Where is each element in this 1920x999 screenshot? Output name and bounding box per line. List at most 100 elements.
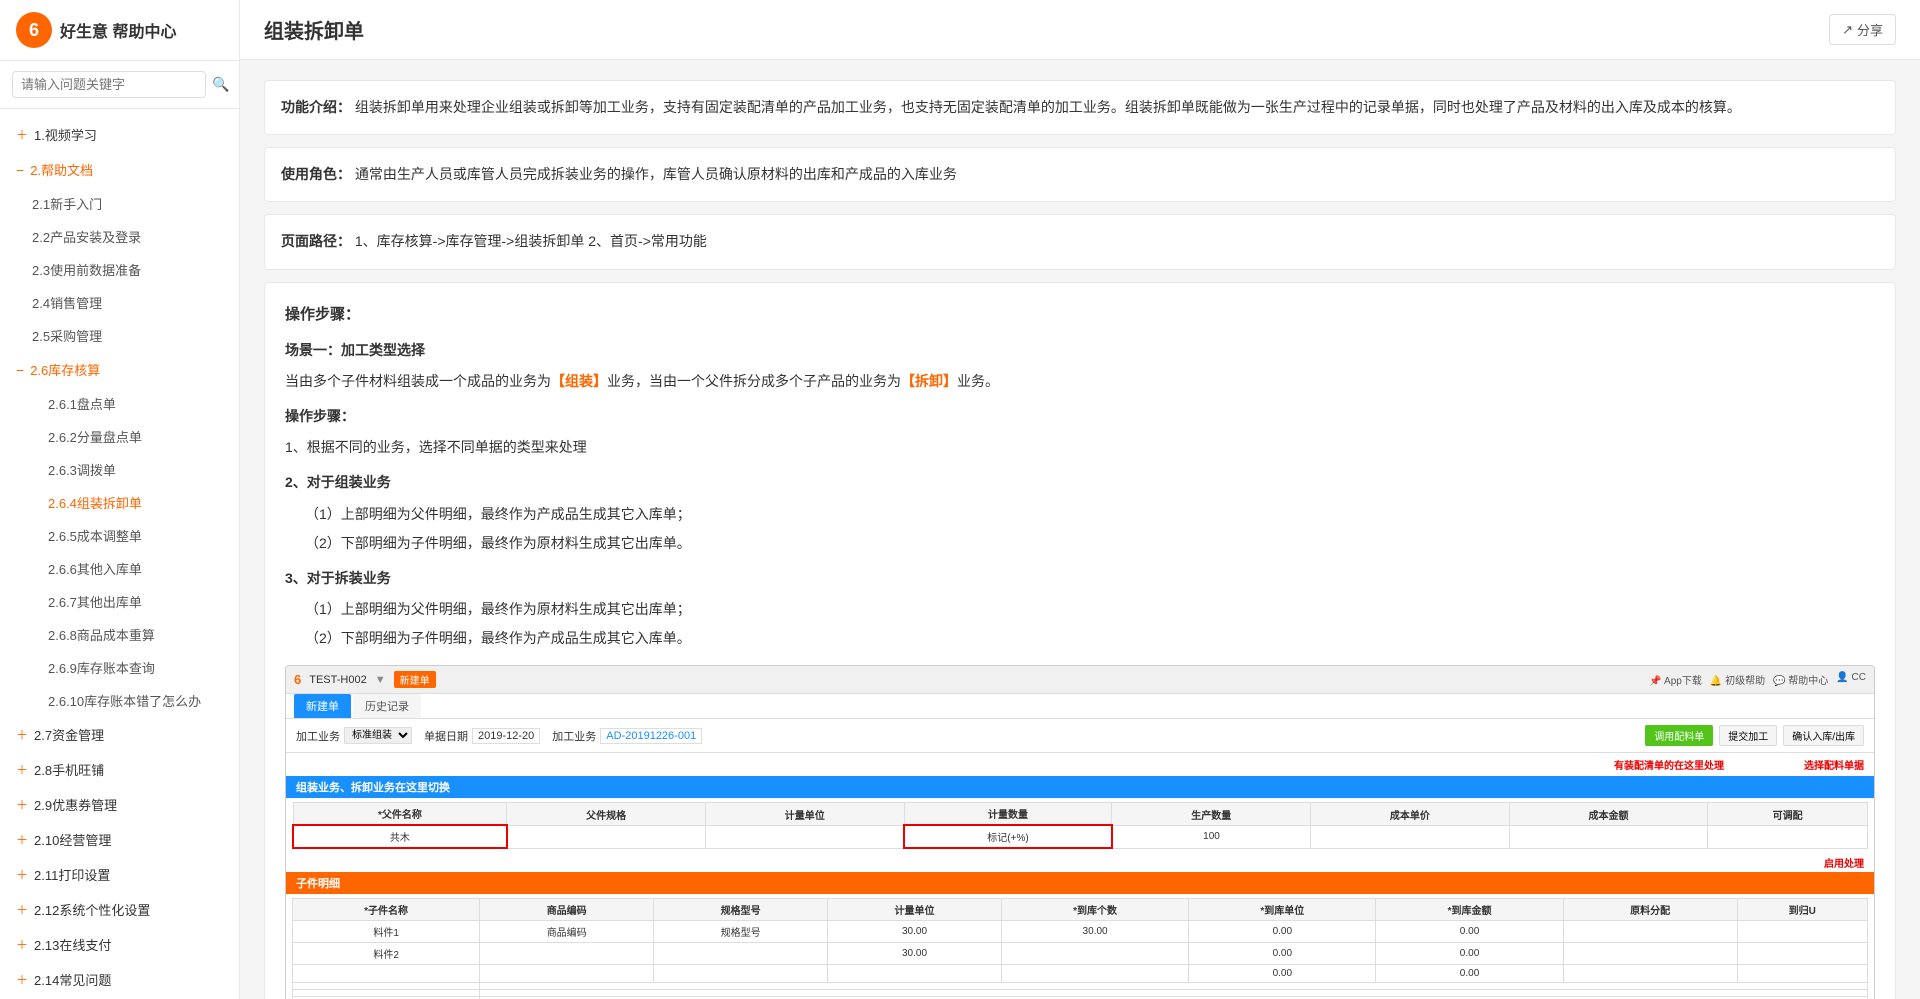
annotation-text2: 选择配料单据	[1804, 757, 1864, 772]
sub-cell-4-rest	[480, 983, 1868, 990]
sidebar-item-stock-count[interactable]: 2.6.1盘点单	[0, 387, 239, 420]
expand-icon: ＋	[16, 901, 28, 918]
step2-sub2: （2）下部明细为子件明细，最终作为原材料生成其它出库单。	[285, 531, 1875, 556]
sidebar-item-label: 1.视频学习	[34, 125, 97, 144]
share-button[interactable]: ↗ 分享	[1829, 14, 1896, 45]
sub-cell-3-5	[1001, 965, 1188, 983]
sidebar-sub-label: 2.6.3调拨单	[48, 460, 116, 479]
expand-icon: ＋	[16, 831, 28, 848]
sidebar-item-stock-check[interactable]: 2.6.9库存账本查询	[0, 651, 239, 684]
th-available: 可调配	[1708, 803, 1868, 826]
sub-cell-1-3: 规格型号	[654, 921, 828, 943]
sidebar-item-faq[interactable]: ＋ 2.14常见问题	[0, 962, 239, 997]
sidebar-item-purchase[interactable]: 2.5采购管理	[0, 319, 239, 352]
th-parent-spec: 父件规格	[507, 803, 706, 826]
collapse-icon: −	[16, 162, 24, 178]
intro-text: 组装拆卸单用来处理企业组装或拆卸等加工业务，支持有固定装配清单的产品加工业务，也…	[355, 99, 1741, 115]
expand-icon: ＋	[16, 126, 28, 143]
app-icon1: 📌 App下载	[1649, 672, 1701, 687]
sub-cell-3-2	[480, 965, 654, 983]
sidebar-item-cost-recalc[interactable]: 2.6.8商品成本重算	[0, 618, 239, 651]
sidebar-item-sub-count[interactable]: 2.6.2分量盘点单	[0, 420, 239, 453]
bom-btn[interactable]: 调用配料单	[1645, 725, 1713, 746]
search-button[interactable]: 🔍	[212, 76, 229, 93]
new-doc-btn[interactable]: 新建单	[394, 671, 436, 688]
annotation-row1: 有装配清单的在这里处理 选择配料单据	[286, 753, 1874, 776]
sub-cell-5-1	[293, 990, 480, 997]
sidebar-sub-label: 2.4销售管理	[32, 293, 102, 312]
step2-sub1: （1）上部明细为父件明细，最终作为产成品生成其它入库单；	[285, 502, 1875, 527]
sidebar-item-mobile[interactable]: ＋ 2.8手机旺铺	[0, 752, 239, 787]
sidebar-item-account-err[interactable]: 2.6.10库存账本错了怎么办	[0, 684, 239, 717]
scene-title: 场景一：加工类型选择	[285, 338, 1875, 363]
lower-table-area: *子件名称 商品编码 规格型号 计量单位 *到库个数 *到库单位 *到库金额 原…	[286, 894, 1874, 999]
sub-th-归u: 到归U	[1737, 899, 1867, 921]
sub-cell-2-3	[654, 943, 828, 965]
lower-table: *子件名称 商品编码 规格型号 计量单位 *到库个数 *到库单位 *到库金额 原…	[292, 898, 1868, 999]
sidebar-item-video[interactable]: ＋ 1.视频学习	[0, 117, 239, 152]
sidebar-sub-label: 2.6.5成本调整单	[48, 526, 142, 545]
tab-history[interactable]: 历史记录	[353, 694, 421, 718]
sidebar-item-other-in[interactable]: 2.6.6其他入库单	[0, 552, 239, 585]
sidebar-sub-label: 2.6.4组装拆卸单	[48, 493, 142, 512]
sub-cell-4-1	[293, 983, 480, 990]
cell-unit	[705, 825, 904, 848]
sub-cell-2-7: 0.00	[1376, 943, 1563, 965]
expand-icon: ＋	[16, 936, 28, 953]
cell-prod-qty: 100	[1112, 825, 1311, 848]
sub-th-amt: *到库金额	[1376, 899, 1563, 921]
search-input[interactable]	[12, 71, 206, 98]
sub-cell-1-7: 0.00	[1376, 921, 1563, 943]
sidebar-item-data-prep[interactable]: 2.3使用前数据准备	[0, 253, 239, 286]
sidebar-sub-label: 2.6.10库存账本错了怎么办	[48, 691, 201, 710]
sidebar-item-other-out[interactable]: 2.6.7其他出库单	[0, 585, 239, 618]
sidebar-item-label: 2.14常见问题	[34, 970, 111, 989]
sidebar-item-inventory[interactable]: − 2.6库存核算	[0, 352, 239, 387]
th-parent-name: *父件名称	[293, 803, 507, 826]
sidebar-item-adjust[interactable]: 2.6.3调拨单	[0, 453, 239, 486]
sidebar-item-docs[interactable]: − 2.帮助文档	[0, 152, 239, 187]
sub-cell-3-1	[293, 965, 480, 983]
sidebar-item-online-pay[interactable]: ＋ 2.13在线支付	[0, 927, 239, 962]
sub-table-row-1: 料件1 商品编码 规格型号 30.00 30.00 0.00 0.00	[293, 921, 1868, 943]
sidebar-item-system[interactable]: ＋ 2.12系统个性化设置	[0, 892, 239, 927]
sidebar-item-newcomer[interactable]: 2.1新手入门	[0, 187, 239, 220]
sub-cell-5-rest	[480, 990, 1868, 997]
sidebar-sub-label: 2.6.1盘点单	[48, 394, 116, 413]
sidebar-sub-label: 2.5采购管理	[32, 326, 102, 345]
sidebar-item-print[interactable]: ＋ 2.11打印设置	[0, 857, 239, 892]
sub-th-code: 商品编码	[480, 899, 654, 921]
main-content: 功能介绍： 组装拆卸单用来处理企业组装或拆卸等加工业务，支持有固定装配清单的产品…	[240, 60, 1920, 999]
sub-th-unit2: *到库单位	[1189, 899, 1376, 921]
lower-section-header: 子件明细	[286, 872, 1874, 894]
process-btn[interactable]: 提交加工	[1719, 725, 1777, 746]
cell-val2: 标记(+%)	[987, 833, 1028, 844]
approve-btn[interactable]: 确认入库/出库	[1783, 725, 1864, 746]
tab-new[interactable]: 新建单	[294, 694, 351, 718]
sidebar-item-install[interactable]: 2.2产品安装及登录	[0, 220, 239, 253]
main-header: 组装拆卸单 ↗ 分享	[240, 0, 1920, 60]
sub-cell-1-9	[1737, 921, 1867, 943]
expand-icon: ＋	[16, 726, 28, 743]
main-area: 组装拆卸单 ↗ 分享 功能介绍： 组装拆卸单用来处理企业组装或拆卸等加工业务，支…	[240, 0, 1920, 999]
form-type-select[interactable]: 标准组装 组装 拆卸	[344, 727, 412, 744]
date-label: 单据日期	[424, 728, 468, 744]
sidebar-header: 6 好生意 帮助中心	[0, 0, 239, 61]
sidebar-item-coupon[interactable]: ＋ 2.9优惠券管理	[0, 787, 239, 822]
sub-th-unit: 计量单位	[828, 899, 1002, 921]
sidebar-item-sales[interactable]: 2.4销售管理	[0, 286, 239, 319]
cell-spec	[507, 825, 706, 848]
sidebar-item-ops[interactable]: ＋ 2.10经营管理	[0, 822, 239, 857]
sidebar-item-assembly[interactable]: 2.6.4组装拆卸单	[0, 486, 239, 519]
app-logo-small: 6	[294, 672, 301, 687]
type-switch-label: 组装业务、拆卸业务在这里切换	[296, 779, 450, 795]
sub-cell-3-8	[1563, 965, 1737, 983]
path-text: 1、库存核算->库存管理->组装拆卸单 2、首页->常用功能	[355, 233, 707, 249]
sidebar-item-cost-adj[interactable]: 2.6.5成本调整单	[0, 519, 239, 552]
sub-th-alloc: 原料分配	[1563, 899, 1737, 921]
app-screenshot: 6 TEST-H002 ▼ 新建单 📌 App下载 🔔 初级帮助 💬 帮助中心 …	[285, 665, 1875, 999]
ops-title: 操作步骤：	[285, 301, 1875, 328]
sub-table-row-4	[293, 983, 1868, 990]
sidebar-sub-label: 2.6.7其他出库单	[48, 592, 142, 611]
sidebar-item-finance[interactable]: ＋ 2.7资金管理	[0, 717, 239, 752]
